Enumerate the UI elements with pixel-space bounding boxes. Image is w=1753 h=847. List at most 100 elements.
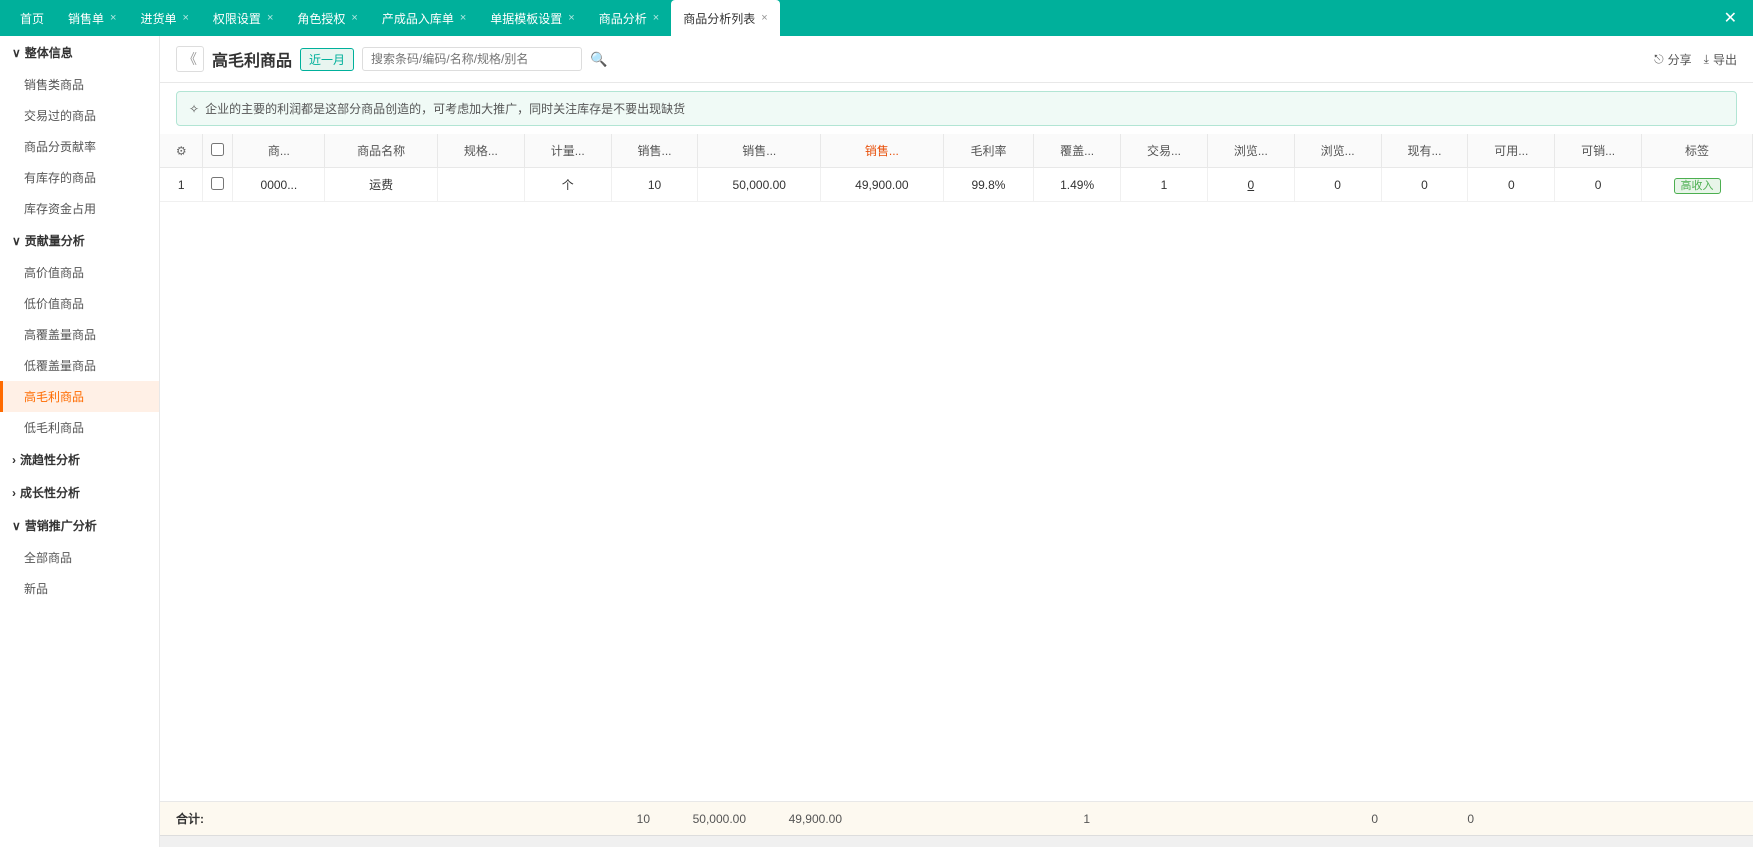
- nav-tab-商品分析[interactable]: 商品分析 ×: [587, 0, 671, 36]
- nav-tab-权限设置[interactable]: 权限设置×: [201, 0, 285, 36]
- sidebar-item-低价值商品[interactable]: 低价值商品: [0, 288, 159, 319]
- col-current-stock[interactable]: 现有...: [1381, 134, 1468, 168]
- chevron-icon: ∨: [12, 46, 21, 60]
- col-coverage[interactable]: 覆盖...: [1034, 134, 1121, 168]
- export-button[interactable]: ⤓ 导出: [1704, 51, 1737, 68]
- tab-close-icon[interactable]: ×: [182, 12, 188, 24]
- col-spec[interactable]: 规格...: [437, 134, 524, 168]
- nav-tab-label: 首页: [20, 10, 44, 27]
- sidebar-group-title[interactable]: ∨ 营销推广分析: [0, 509, 159, 542]
- col-saleable[interactable]: 可销...: [1555, 134, 1642, 168]
- window-close-button[interactable]: ✕: [1716, 8, 1745, 28]
- tab-close-icon[interactable]: ×: [653, 12, 659, 24]
- search-input[interactable]: [362, 47, 582, 71]
- sidebar-item-商品分贡献率[interactable]: 商品分贡献率: [0, 131, 159, 162]
- cell-view1[interactable]: 0: [1207, 168, 1294, 202]
- col-unit[interactable]: 计量...: [524, 134, 611, 168]
- sidebar-item-交易过的商品[interactable]: 交易过的商品: [0, 100, 159, 131]
- nav-tab-进货单[interactable]: 进货单 ×: [128, 0, 200, 36]
- sidebar-item-高毛利商品[interactable]: 高毛利商品: [0, 381, 159, 412]
- col-product-code[interactable]: 商...: [233, 134, 325, 168]
- col-tag[interactable]: 标签: [1642, 134, 1753, 168]
- top-nav: 首页销售单×进货单×权限设置×角色授权×产成品入库单×单据模板设置×商品分析×商…: [0, 0, 1753, 36]
- tab-close-icon[interactable]: ×: [267, 12, 273, 24]
- share-icon: ⎋: [1654, 52, 1664, 67]
- info-text: 企业的主要的利润都是这部分商品创造的，可考虑加大推广，同时关注库存是不要出现缺货: [205, 100, 685, 117]
- col-sales-qty[interactable]: 销售...: [611, 134, 698, 168]
- tab-close-icon[interactable]: ×: [568, 12, 574, 24]
- cell-product-name: 运费: [325, 168, 438, 202]
- sidebar-group-title[interactable]: ›流趋性分析: [0, 443, 159, 476]
- row-checkbox[interactable]: [211, 177, 224, 190]
- col-usable-stock[interactable]: 可用...: [1468, 134, 1555, 168]
- cell-sales-cost: 49,900.00: [821, 168, 944, 202]
- search-icon[interactable]: 🔍: [590, 51, 607, 68]
- cell-spec: [437, 168, 524, 202]
- nav-tab-销售单[interactable]: 销售单×: [56, 0, 128, 36]
- sidebar-group-title[interactable]: ∨贡献量分析: [0, 224, 159, 257]
- cell-view2: 0: [1294, 168, 1381, 202]
- nav-tab-角色授权[interactable]: 角色授权 ×: [285, 0, 369, 36]
- sidebar-item-全部商品[interactable]: 全部商品: [0, 542, 159, 573]
- horizontal-scrollbar[interactable]: [160, 835, 1753, 847]
- footer-sales-cost: 49,900.00: [762, 812, 842, 826]
- data-table-container: ⚙ 商... 商品名称 规格... 计量... 销售... 销售... 销售..…: [160, 134, 1753, 801]
- nav-tab-商品分析列表[interactable]: 商品分析列表×: [671, 0, 779, 36]
- sidebar-item-低毛利商品[interactable]: 低毛利商品: [0, 412, 159, 443]
- collapse-sidebar-button[interactable]: 《: [176, 46, 204, 72]
- sidebar-group-营销推广分析: ∨ 营销推广分析全部商品新品: [0, 509, 159, 604]
- nav-tab-label: 角色授权: [297, 10, 345, 27]
- tab-close-icon[interactable]: ×: [460, 12, 466, 24]
- footer-sales-amount: 50,000.00: [666, 812, 746, 826]
- sidebar-item-有库存的商品[interactable]: 有库存的商品: [0, 162, 159, 193]
- export-label: 导出: [1713, 51, 1737, 68]
- sidebar: ∨整体信息销售类商品交易过的商品商品分贡献率有库存的商品库存资金占用∨贡献量分析…: [0, 36, 160, 847]
- col-sales-amount[interactable]: 销售...: [698, 134, 821, 168]
- col-sales-cost[interactable]: 销售...: [821, 134, 944, 168]
- sidebar-group-整体信息: ∨整体信息销售类商品交易过的商品商品分贡献率有库存的商品库存资金占用: [0, 36, 159, 224]
- col-view2[interactable]: 浏览...: [1294, 134, 1381, 168]
- group-label: 营销推广分析: [25, 517, 97, 534]
- tab-close-icon[interactable]: ×: [351, 12, 357, 24]
- sidebar-item-低覆盖量商品[interactable]: 低覆盖量商品: [0, 350, 159, 381]
- nav-tab-label: 单据模板设置: [490, 10, 562, 27]
- cell-unit: 个: [524, 168, 611, 202]
- col-view1[interactable]: 浏览...: [1207, 134, 1294, 168]
- share-label: 分享: [1668, 51, 1692, 68]
- nav-tab-label: 进货单: [140, 10, 176, 27]
- cell-index: 1: [160, 168, 203, 202]
- filter-recent-month-button[interactable]: 近一月: [300, 48, 354, 71]
- table-footer: 合计: 10 50,000.00 49,900.00 1 0 0: [160, 801, 1753, 835]
- col-product-name[interactable]: 商品名称: [325, 134, 438, 168]
- group-label: 贡献量分析: [25, 232, 85, 249]
- sidebar-item-新品[interactable]: 新品: [0, 573, 159, 604]
- sidebar-item-库存资金占用[interactable]: 库存资金占用: [0, 193, 159, 224]
- nav-tab-产成品入库单[interactable]: 产成品入库单×: [370, 0, 478, 36]
- tab-close-icon[interactable]: ×: [110, 12, 116, 24]
- nav-tab-首页[interactable]: 首页: [8, 0, 56, 36]
- share-button[interactable]: ⎋ 分享: [1654, 51, 1692, 68]
- sidebar-item-高价值商品[interactable]: 高价值商品: [0, 257, 159, 288]
- col-transaction[interactable]: 交易...: [1121, 134, 1208, 168]
- tab-close-icon[interactable]: ×: [761, 12, 767, 24]
- sidebar-item-销售类商品[interactable]: 销售类商品: [0, 69, 159, 100]
- info-banner: ✧ 企业的主要的利润都是这部分商品创造的，可考虑加大推广，同时关注库存是不要出现…: [176, 91, 1737, 126]
- cell-checkbox[interactable]: [203, 168, 233, 202]
- settings-icon[interactable]: ⚙: [176, 144, 187, 158]
- nav-tab-单据模板设置[interactable]: 单据模板设置 ×: [478, 0, 586, 36]
- sidebar-group-流趋性分析: ›流趋性分析: [0, 443, 159, 476]
- table-row: 1 0000... 运费 个 10 50,000.00 49,900.00 99…: [160, 168, 1753, 202]
- group-label: 流趋性分析: [20, 451, 80, 468]
- sidebar-group-title[interactable]: ∨整体信息: [0, 36, 159, 69]
- sidebar-item-高覆盖量商品[interactable]: 高覆盖量商品: [0, 319, 159, 350]
- cell-gross-margin: 99.8%: [943, 168, 1034, 202]
- footer-sales-qty: 10: [570, 812, 650, 826]
- footer-current-stock: 0: [1298, 812, 1378, 826]
- nav-tab-label: 商品分析: [599, 10, 647, 27]
- group-label: 成长性分析: [20, 484, 80, 501]
- col-gross-margin[interactable]: 毛利率: [943, 134, 1034, 168]
- select-all-checkbox[interactable]: [211, 143, 224, 156]
- sidebar-group-title[interactable]: ›成长性分析: [0, 476, 159, 509]
- cell-sales-qty: 10: [611, 168, 698, 202]
- chevron-icon: ∨: [12, 519, 21, 533]
